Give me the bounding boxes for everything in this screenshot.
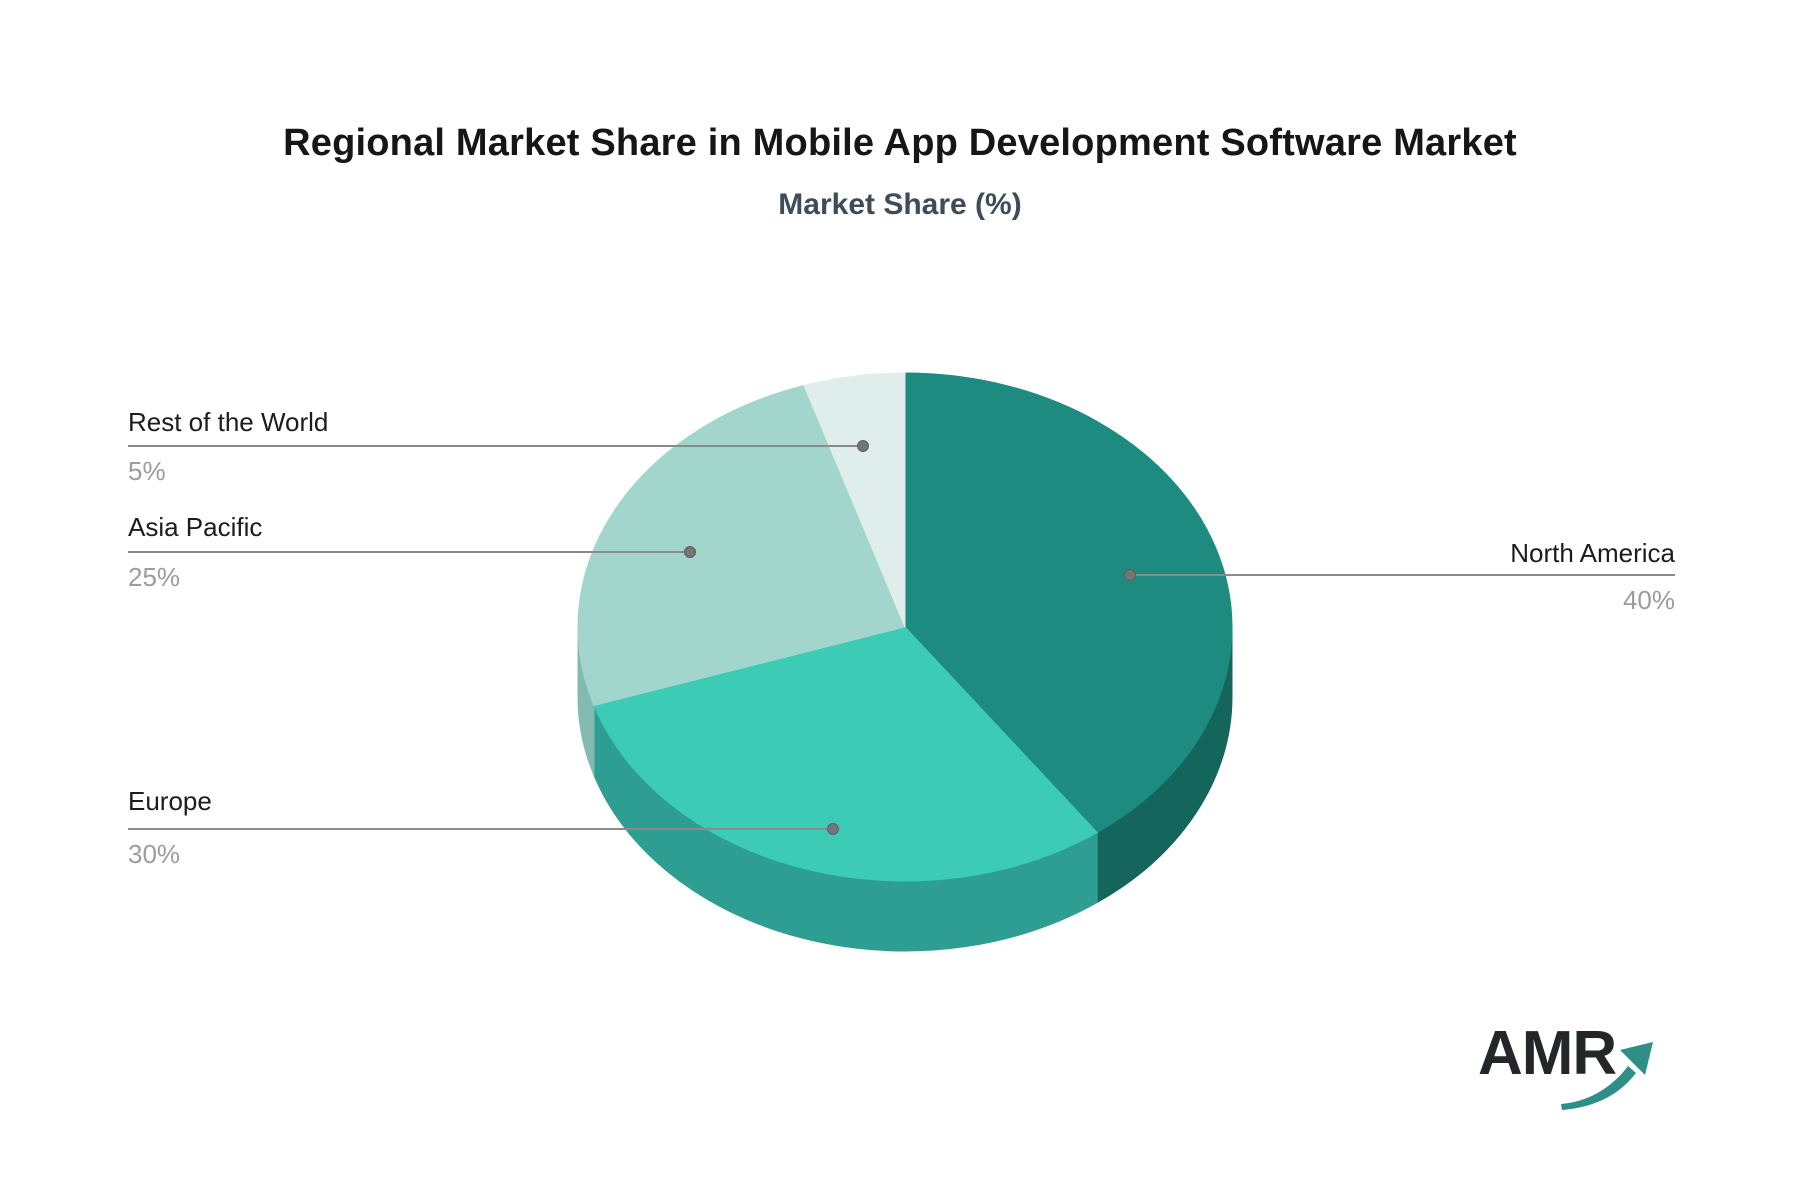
pie-chart [128, 372, 1675, 952]
callout-label-north-america: North America [1510, 538, 1675, 568]
leader-dot-north-america [1124, 569, 1136, 581]
chart-canvas: Regional Market Share in Mobile App Deve… [0, 0, 1800, 1196]
callout-percent-europe: 30% [128, 839, 181, 869]
callout-label-rest-of-the-world: Rest of the World [128, 407, 329, 437]
leader-dot-asia-pacific [684, 546, 696, 558]
callout-percent-asia-pacific: 25% [128, 562, 181, 592]
leader-dot-rest-of-the-world [857, 440, 869, 452]
callout-label-asia-pacific: Asia Pacific [128, 512, 263, 542]
leader-dot-europe [827, 823, 839, 835]
growth-arrow-icon [1561, 1042, 1653, 1110]
callout-percent-north-america: 40% [1622, 585, 1675, 615]
amr-logo: AMR [1478, 1022, 1708, 1132]
callout-percent-rest-of-the-world: 5% [128, 456, 166, 486]
callout-label-europe: Europe [128, 786, 212, 816]
